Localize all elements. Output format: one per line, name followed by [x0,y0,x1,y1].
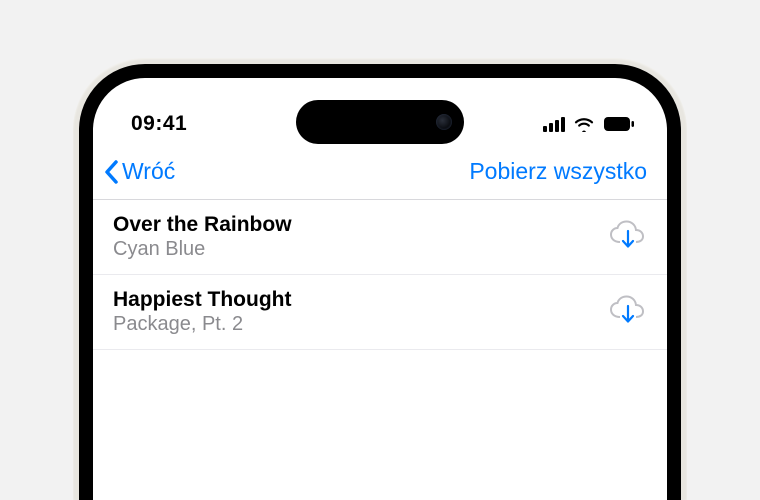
status-icons [543,116,635,132]
iphone-frame: 09:41 [73,58,687,500]
list-item[interactable]: Over the Rainbow Cyan Blue [93,200,667,275]
nav-bar: Wróć Pobierz wszystko [93,148,667,200]
download-button[interactable] [607,292,647,332]
download-button[interactable] [607,217,647,257]
cloud-download-icon [608,295,646,330]
cellular-signal-icon [543,116,565,132]
back-label: Wróć [122,158,175,185]
back-button[interactable]: Wróć [103,158,175,185]
cloud-download-icon [608,220,646,255]
chevron-left-icon [103,159,120,185]
front-camera [436,114,452,130]
wifi-icon [573,116,595,132]
status-time: 09:41 [131,112,187,136]
track-title: Happiest Thought [113,287,595,312]
track-list: Over the Rainbow Cyan Blue [93,200,667,350]
download-all-button[interactable]: Pobierz wszystko [469,158,647,185]
track-title: Over the Rainbow [113,212,595,237]
track-subtitle: Package, Pt. 2 [113,312,595,337]
screen: 09:41 [93,78,667,500]
list-item[interactable]: Happiest Thought Package, Pt. 2 [93,275,667,350]
dynamic-island [296,100,464,144]
battery-icon [603,116,635,132]
track-subtitle: Cyan Blue [113,237,595,262]
